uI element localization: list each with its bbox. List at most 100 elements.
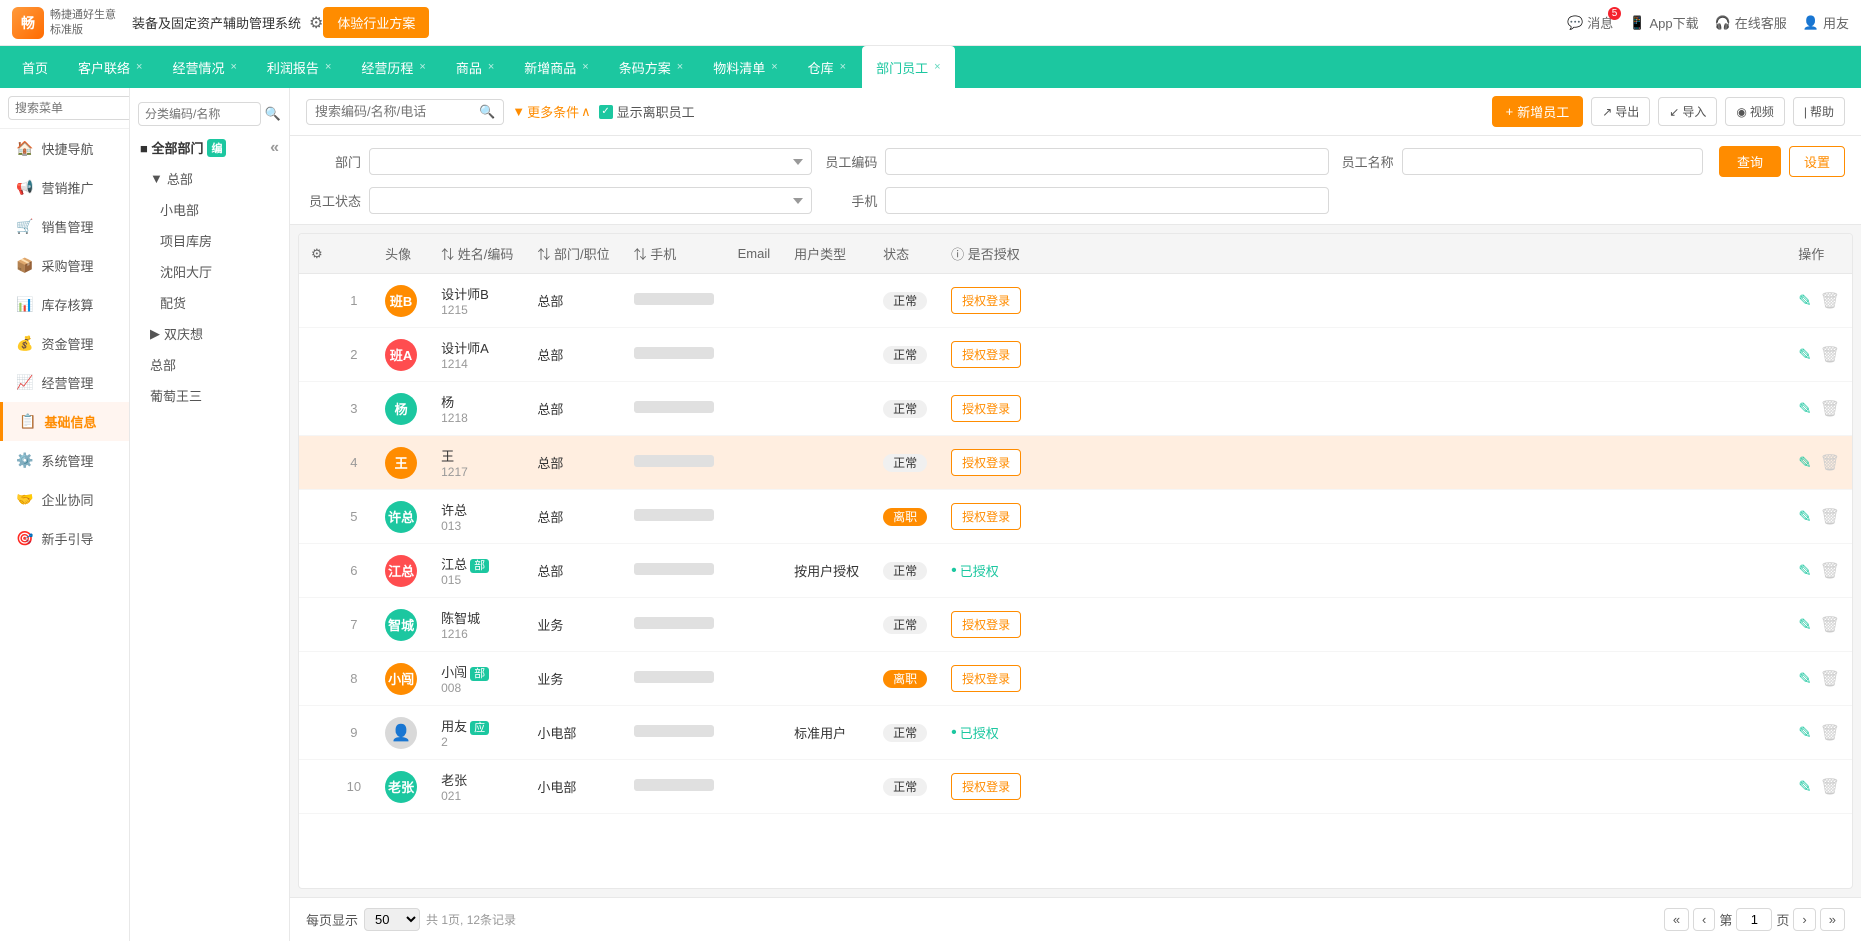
- page-size-select[interactable]: 50 20 100: [364, 908, 420, 931]
- sidebar-search-input[interactable]: [8, 96, 130, 120]
- tab-operation[interactable]: 经营情况×: [158, 46, 250, 88]
- dept-tree-item-zongbu[interactable]: ▼ 总部: [130, 163, 289, 194]
- import-button[interactable]: ↙ 导入: [1658, 97, 1717, 126]
- delete-icon[interactable]: 🗑: [1820, 399, 1840, 419]
- tab-employee[interactable]: 部门员工×: [862, 46, 954, 88]
- tab-barcode[interactable]: 条码方案×: [605, 46, 697, 88]
- dept-tree-item-peihuo[interactable]: 配货: [130, 287, 289, 318]
- authorize-button[interactable]: 授权登录: [951, 503, 1021, 530]
- delete-icon[interactable]: 🗑: [1820, 291, 1840, 311]
- tab-warehouse[interactable]: 仓库×: [794, 46, 860, 88]
- delete-icon[interactable]: 🗑: [1820, 507, 1840, 527]
- edit-icon[interactable]: ✎: [1798, 399, 1811, 419]
- setting-icon[interactable]: ⚙: [311, 246, 323, 261]
- delete-icon[interactable]: 🗑: [1820, 723, 1840, 743]
- dept-tree-item-xiangmufangku[interactable]: 项目库房: [130, 225, 289, 256]
- sidebar-item-guide[interactable]: 🎯 新手引导: [0, 519, 129, 558]
- edit-icon[interactable]: ✎: [1798, 669, 1811, 689]
- close-icon[interactable]: ×: [230, 61, 236, 73]
- sidebar-item-basic[interactable]: 📋 基础信息: [0, 402, 129, 441]
- trial-button[interactable]: 体验行业方案: [323, 7, 429, 38]
- close-icon[interactable]: ×: [325, 61, 331, 73]
- sidebar-item-system[interactable]: ⚙️ 系统管理: [0, 441, 129, 480]
- sidebar-item-quick-nav[interactable]: 🏠 快捷导航: [0, 129, 129, 168]
- dept-tree-item-xiaodiandbu[interactable]: 小电部: [130, 194, 289, 225]
- query-button[interactable]: 查询: [1719, 146, 1781, 177]
- more-filter-button[interactable]: ▼ 更多条件 ∧: [512, 102, 590, 121]
- edit-icon[interactable]: ✎: [1798, 453, 1811, 473]
- close-icon[interactable]: ×: [677, 61, 683, 73]
- authorize-button[interactable]: 授权登录: [951, 611, 1021, 638]
- sidebar-item-purchase[interactable]: 📦 采购管理: [0, 246, 129, 285]
- delete-icon[interactable]: 🗑: [1820, 615, 1840, 635]
- gear-icon[interactable]: ⚙: [309, 13, 323, 33]
- dept-search-input[interactable]: [138, 102, 261, 126]
- filter-phone-input[interactable]: [885, 187, 1328, 214]
- close-icon[interactable]: ×: [136, 61, 142, 73]
- tab-home[interactable]: 首页: [8, 46, 62, 88]
- first-page-button[interactable]: «: [1664, 908, 1689, 931]
- message-action[interactable]: 💬 5 消息: [1567, 13, 1613, 32]
- edit-icon[interactable]: ✎: [1798, 291, 1811, 311]
- authorize-button[interactable]: 授权登录: [951, 395, 1021, 422]
- authorize-button[interactable]: 授权登录: [951, 287, 1021, 314]
- tab-goods[interactable]: 商品×: [442, 46, 508, 88]
- tab-history[interactable]: 经营历程×: [347, 46, 439, 88]
- next-page-button[interactable]: ›: [1793, 908, 1815, 931]
- tab-profit[interactable]: 利润报告×: [253, 46, 345, 88]
- close-icon[interactable]: ×: [419, 61, 425, 73]
- help-button[interactable]: | 帮助: [1793, 97, 1845, 126]
- close-icon[interactable]: ×: [771, 61, 777, 73]
- export-button[interactable]: ↗ 导出: [1591, 97, 1650, 126]
- edit-icon[interactable]: ✎: [1798, 777, 1811, 797]
- sidebar-item-sales[interactable]: 🛒 销售管理: [0, 207, 129, 246]
- reset-button[interactable]: 设置: [1789, 146, 1845, 177]
- filter-emp-name-input[interactable]: [1402, 148, 1703, 175]
- dept-tree-item-putaowangsan[interactable]: 葡萄王三: [130, 380, 289, 411]
- sidebar-item-operation[interactable]: 📈 经营管理: [0, 363, 129, 402]
- search-input[interactable]: [315, 104, 475, 119]
- dept-tree-item-shenyangdajie[interactable]: 沈阳大厅: [130, 256, 289, 287]
- sidebar-item-finance[interactable]: 💰 资金管理: [0, 324, 129, 363]
- authorize-button[interactable]: 授权登录: [951, 449, 1021, 476]
- delete-icon[interactable]: 🗑: [1820, 777, 1840, 797]
- delete-icon[interactable]: 🗑: [1820, 561, 1840, 581]
- tab-bom[interactable]: 物料清单×: [699, 46, 791, 88]
- close-icon[interactable]: ×: [582, 61, 588, 73]
- tab-customer[interactable]: 客户联络×: [64, 46, 156, 88]
- edit-icon[interactable]: ✎: [1798, 615, 1811, 635]
- edit-icon[interactable]: ✎: [1798, 507, 1811, 527]
- sidebar-item-inventory[interactable]: 📊 库存核算: [0, 285, 129, 324]
- show-resigned-toggle[interactable]: ✓ 显示离职员工: [599, 102, 695, 121]
- tab-new-goods[interactable]: 新增商品×: [510, 46, 602, 88]
- sidebar-item-cooperation[interactable]: 🤝 企业协同: [0, 480, 129, 519]
- prev-page-button[interactable]: ‹: [1693, 908, 1715, 931]
- user-action[interactable]: 👤 用友: [1803, 13, 1849, 32]
- authorize-button[interactable]: 授权登录: [951, 665, 1021, 692]
- filter-status-select[interactable]: [369, 187, 812, 214]
- close-icon[interactable]: ×: [840, 61, 846, 73]
- delete-icon[interactable]: 🗑: [1820, 345, 1840, 365]
- authorize-button[interactable]: 授权登录: [951, 773, 1021, 800]
- delete-icon[interactable]: 🗑: [1820, 669, 1840, 689]
- edit-icon[interactable]: ✎: [1798, 345, 1811, 365]
- filter-emp-code-input[interactable]: [885, 148, 1328, 175]
- last-page-button[interactable]: »: [1820, 908, 1845, 931]
- edit-icon[interactable]: ✎: [1798, 723, 1811, 743]
- filter-dept-select[interactable]: [369, 148, 812, 175]
- app-download-action[interactable]: 📱 App下载: [1629, 13, 1698, 32]
- sidebar-item-marketing[interactable]: 📢 营销推广: [0, 168, 129, 207]
- online-service-action[interactable]: 🎧 在线客服: [1715, 13, 1787, 32]
- dept-tree-item-shuangyixiang[interactable]: ▶ 双庆想: [130, 318, 289, 349]
- close-icon[interactable]: ×: [488, 61, 494, 73]
- delete-icon[interactable]: 🗑: [1820, 453, 1840, 473]
- close-icon[interactable]: ×: [934, 61, 940, 73]
- page-number-input[interactable]: [1736, 908, 1772, 931]
- dept-collapse-button[interactable]: «: [270, 139, 279, 157]
- edit-icon[interactable]: ✎: [1798, 561, 1811, 581]
- add-employee-button[interactable]: + 新增员工: [1492, 96, 1584, 127]
- view-button[interactable]: ◉ 视频: [1725, 97, 1785, 126]
- dept-tree-item-zongbu2[interactable]: 总部: [130, 349, 289, 380]
- dept-edit-icon[interactable]: 编: [207, 139, 226, 157]
- authorize-button[interactable]: 授权登录: [951, 341, 1021, 368]
